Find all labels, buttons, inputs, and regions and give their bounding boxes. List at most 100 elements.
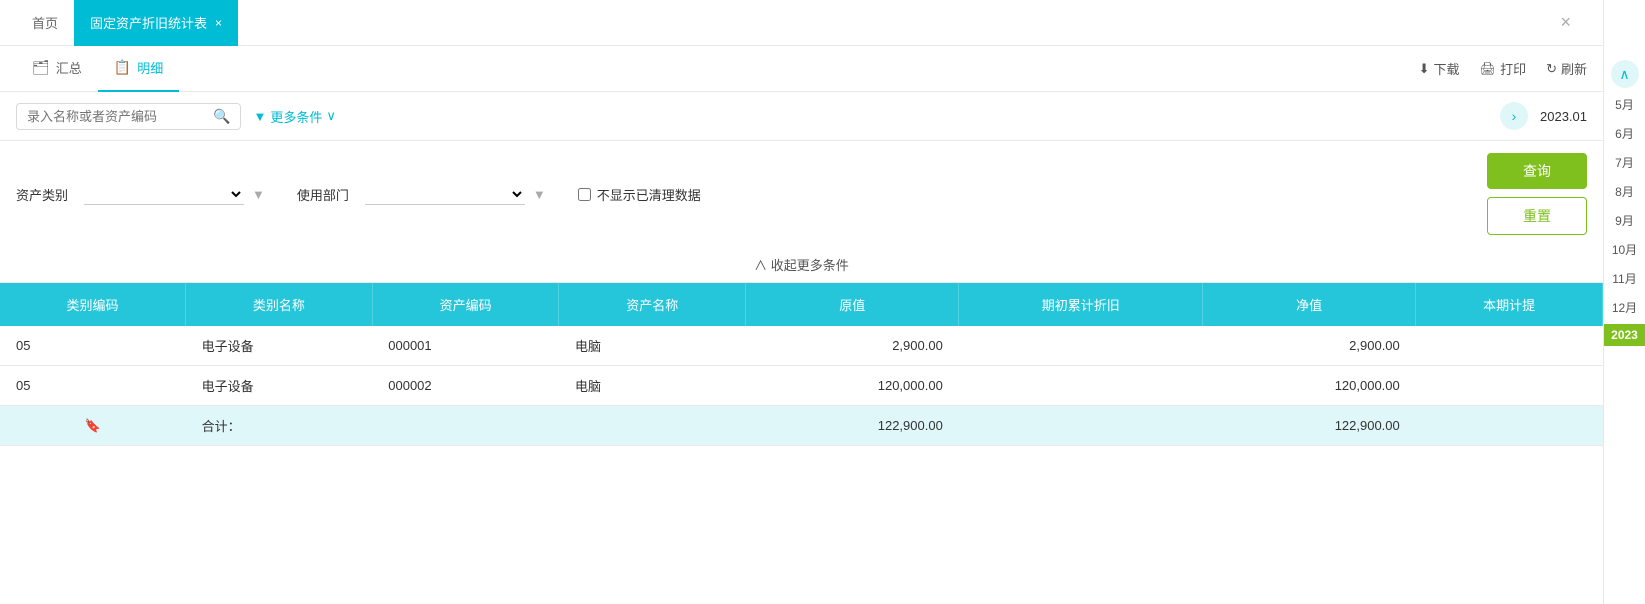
reset-button[interactable]: 重置 [1487, 197, 1587, 235]
filter-row-1: 资产类别 ▼ 使用部门 ▼ 不显示已清理数据 查询 重置 [16, 153, 1587, 235]
chevron-down-icon: ∨ [326, 108, 336, 124]
data-table-wrap: 类别编码 类别名称 资产编码 资产名称 原值 期初累计折旧 净值 本期计提 05… [0, 283, 1603, 604]
toolbar-actions: ⬇ 下载 🖨 打印 ↻ 刷新 [1419, 59, 1587, 78]
download-btn[interactable]: ⬇ 下载 [1419, 59, 1460, 78]
col-header-category-code: 类别编码 [0, 283, 186, 326]
sidebar-month-item[interactable]: 5月 [1612, 90, 1637, 119]
hide-cleared-label: 不显示已清理数据 [597, 185, 701, 204]
col-header-net-value: 净值 [1203, 283, 1416, 326]
refresh-label: 刷新 [1561, 59, 1587, 78]
tab-close-icon[interactable]: × [215, 16, 222, 30]
cell-current-period [1416, 366, 1603, 406]
cell-asset-code: 000001 [372, 326, 559, 366]
subtotal-net-value: 122,900.00 [1203, 406, 1416, 446]
filter-right: › 2023.01 [1500, 102, 1587, 130]
advanced-filter: 资产类别 ▼ 使用部门 ▼ 不显示已清理数据 查询 重置 [0, 141, 1603, 283]
table-row: 05 电子设备 000001 电脑 2,900.00 2,900.00 [0, 326, 1603, 366]
hide-cleared-wrap: 不显示已清理数据 [578, 185, 701, 204]
sidebar-month-item[interactable]: 6月 [1612, 119, 1637, 148]
sidebar-month-item[interactable]: 8月 [1612, 177, 1637, 206]
cell-asset-code: 000002 [372, 366, 559, 406]
subtotal-label: 合计： [186, 406, 746, 446]
cell-net-value: 2,900.00 [1203, 326, 1416, 366]
sidebar-year-badge[interactable]: 2023 [1604, 324, 1645, 346]
hide-cleared-checkbox[interactable] [578, 188, 591, 201]
download-label: 下载 [1434, 59, 1460, 78]
sidebar-month-item[interactable]: 12月 [1612, 293, 1637, 322]
cell-category-code: 05 [0, 326, 186, 366]
nav-tab-active: 固定资产折旧统计表 × [74, 0, 238, 46]
refresh-btn[interactable]: ↻ 刷新 [1546, 59, 1587, 78]
sidebar-month-item[interactable]: 10月 [1612, 235, 1637, 264]
department-dropdown-icon: ▼ [533, 187, 546, 202]
sidebar-month-item[interactable]: 11月 [1612, 264, 1637, 293]
cell-accumulated [959, 326, 1203, 366]
collapse-icon: ∧ [754, 258, 771, 273]
print-btn[interactable]: 🖨 打印 [1480, 59, 1527, 78]
filter-bar: 🔍 ▼ 更多条件 ∨ › 2023.01 [0, 92, 1603, 141]
cell-net-value: 120,000.00 [1203, 366, 1416, 406]
sidebar-months: 5月6月7月8月9月10月11月12月 [1612, 90, 1637, 322]
period-display: 2023.01 [1540, 109, 1587, 124]
sidebar-month-item[interactable]: 7月 [1612, 148, 1637, 177]
tab-summary-label: 汇总 [56, 58, 82, 77]
subtotal-original-value: 122,900.00 [746, 406, 959, 446]
query-button[interactable]: 查询 [1487, 153, 1587, 189]
table-row: 05 电子设备 000002 电脑 120,000.00 120,000.00 [0, 366, 1603, 406]
filter-actions: 查询 重置 [1487, 153, 1587, 235]
right-sidebar: ∧ 5月6月7月8月9月10月11月12月 2023 [1603, 0, 1645, 604]
more-conditions-btn[interactable]: ▼ 更多条件 ∨ [253, 107, 335, 126]
data-table: 类别编码 类别名称 资产编码 资产名称 原值 期初累计折旧 净值 本期计提 05… [0, 283, 1603, 446]
filter-icon: ▼ [253, 109, 266, 124]
col-header-asset-code: 资产编码 [372, 283, 559, 326]
col-header-category-name: 类别名称 [186, 283, 373, 326]
search-input[interactable] [27, 109, 207, 124]
print-icon: 🖨 [1480, 61, 1497, 77]
department-field: 使用部门 ▼ [297, 183, 546, 205]
nav-home[interactable]: 首页 [16, 13, 74, 32]
cell-category-name: 电子设备 [186, 326, 373, 366]
refresh-icon: ↻ [1546, 61, 1557, 77]
detail-icon: 📋 [114, 59, 131, 76]
nav-bar: 首页 固定资产折旧统计表 × × [0, 0, 1603, 46]
cell-category-name: 电子设备 [186, 366, 373, 406]
summary-icon: 🗂 [32, 59, 50, 76]
sidebar-up-btn[interactable]: ∧ [1611, 60, 1639, 88]
collapse-bar: ∧ 收起更多条件 [16, 247, 1587, 282]
search-wrap: 🔍 [16, 103, 241, 130]
department-label: 使用部门 [297, 185, 357, 204]
tab-title: 固定资产折旧统计表 [90, 13, 207, 32]
collapse-sidebar-btn[interactable]: › [1500, 102, 1528, 130]
print-label: 打印 [1500, 59, 1526, 78]
col-header-accumulated: 期初累计折旧 [959, 283, 1203, 326]
tab-detail[interactable]: 📋 明细 [98, 46, 179, 92]
category-dropdown-icon: ▼ [252, 187, 265, 202]
cell-asset-name: 电脑 [559, 366, 746, 406]
col-header-current-period: 本期计提 [1416, 283, 1603, 326]
col-header-asset-name: 资产名称 [559, 283, 746, 326]
sidebar-month-item[interactable]: 9月 [1612, 206, 1637, 235]
department-select[interactable] [365, 183, 525, 205]
download-icon: ⬇ [1419, 61, 1430, 77]
col-header-original-value: 原值 [746, 283, 959, 326]
subtotal-accumulated [959, 406, 1203, 446]
cell-current-period [1416, 326, 1603, 366]
nav-bar-right: × [1560, 12, 1587, 33]
subtotal-current-period [1416, 406, 1603, 446]
asset-category-field: 资产类别 ▼ [16, 183, 265, 205]
tab-toolbar: 🗂 汇总 📋 明细 ⬇ 下载 🖨 打印 ↻ 刷新 [0, 46, 1603, 92]
window-close-icon[interactable]: × [1560, 12, 1587, 32]
cell-original-value: 120,000.00 [746, 366, 959, 406]
asset-category-select[interactable] [84, 183, 244, 205]
cell-accumulated [959, 366, 1203, 406]
subtotal-row: 🔖 合计： 122,900.00 122,900.00 [0, 406, 1603, 446]
tab-summary[interactable]: 🗂 汇总 [16, 46, 98, 92]
cell-category-code: 05 [0, 366, 186, 406]
collapse-label: 收起更多条件 [771, 258, 849, 273]
asset-category-label: 资产类别 [16, 185, 76, 204]
more-conditions-label: 更多条件 [270, 107, 322, 126]
subtotal-icon: 🔖 [0, 406, 186, 446]
tab-detail-label: 明细 [137, 58, 163, 77]
collapse-btn[interactable]: ∧ 收起更多条件 [754, 258, 849, 273]
table-header-row: 类别编码 类别名称 资产编码 资产名称 原值 期初累计折旧 净值 本期计提 [0, 283, 1603, 326]
